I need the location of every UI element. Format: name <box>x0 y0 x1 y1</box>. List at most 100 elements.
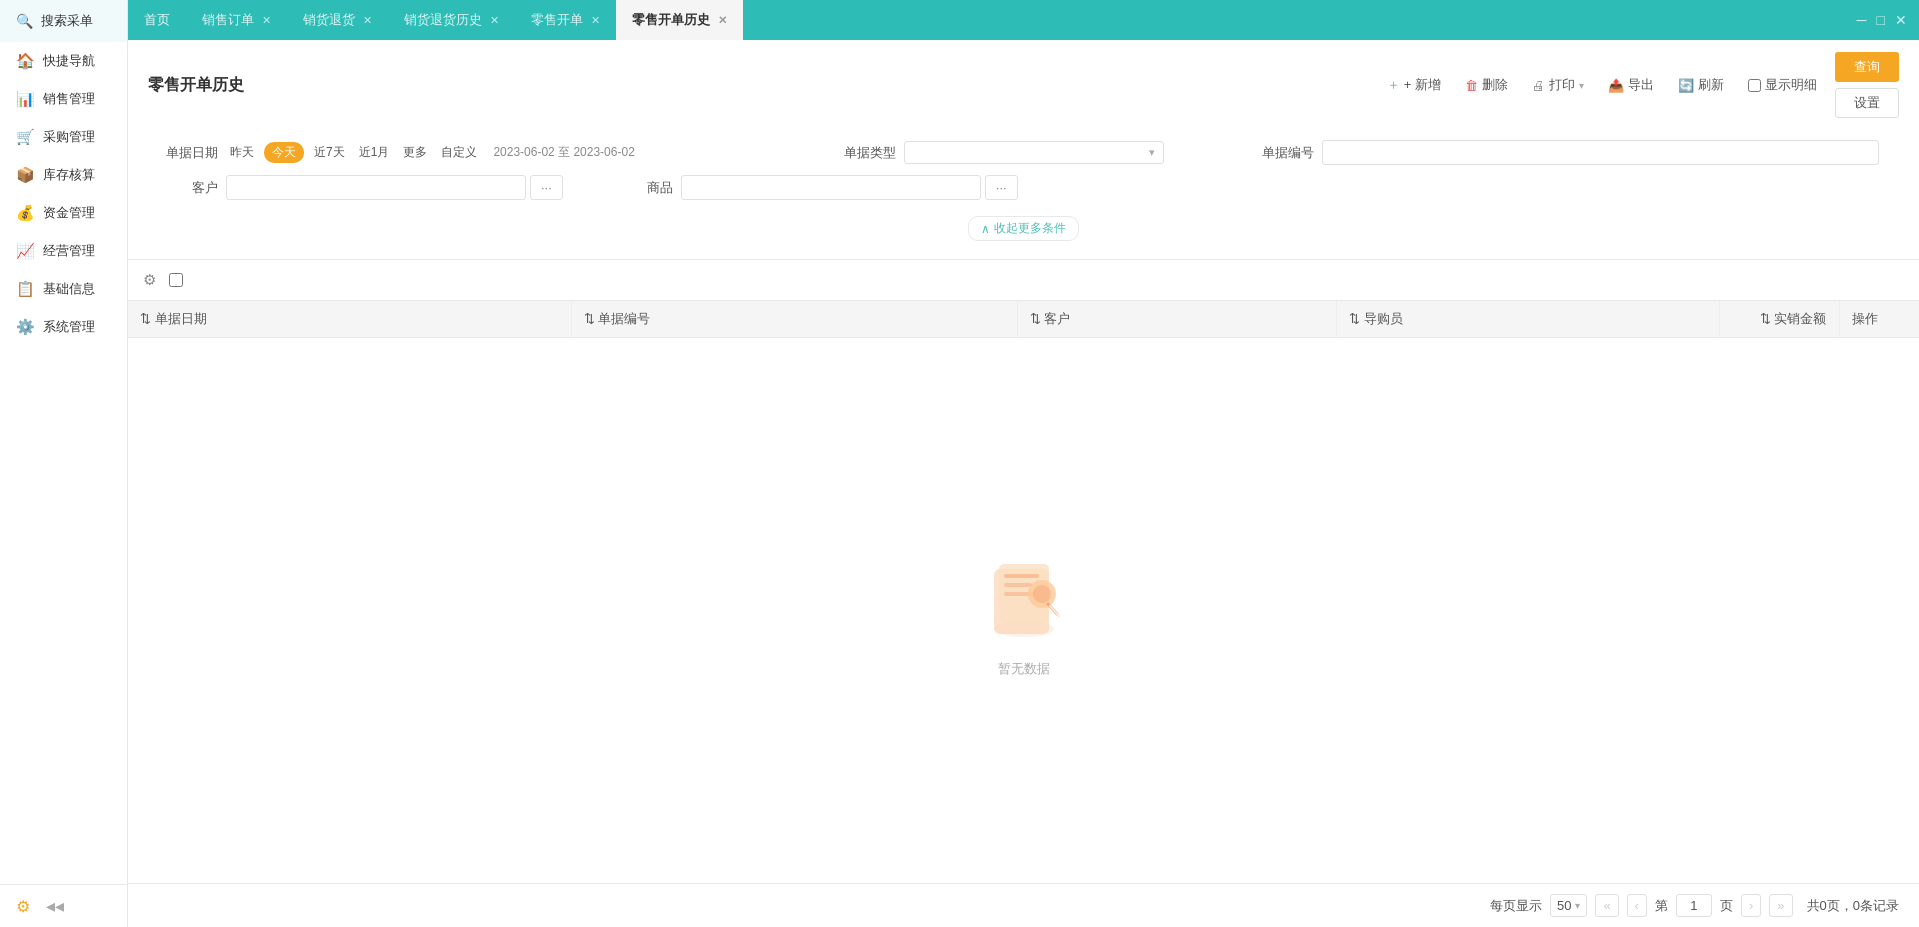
settings-button[interactable]: 设置 <box>1835 88 1899 118</box>
col-action-label: 操作 <box>1852 311 1878 326</box>
tab-retail-open-label: 零售开单 <box>531 11 583 29</box>
table-settings-icon[interactable]: ⚙ <box>140 268 159 292</box>
print-dropdown-icon: ▾ <box>1579 80 1584 91</box>
svg-rect-4 <box>1004 583 1032 587</box>
sidebar-item-label: 库存核算 <box>43 166 95 184</box>
tab-sales-return[interactable]: 销货退货 ✕ <box>287 0 388 40</box>
tab-sales-order[interactable]: 销售订单 ✕ <box>186 0 287 40</box>
next-page-btn[interactable]: › <box>1741 894 1761 917</box>
goods-browse-btn[interactable]: ··· <box>985 175 1018 200</box>
display-cols-toggle[interactable]: 显示明细 <box>1742 72 1823 98</box>
close-retail-open-icon[interactable]: ✕ <box>591 14 600 27</box>
export-button[interactable]: 📤 导出 <box>1602 72 1660 98</box>
svg-rect-3 <box>1004 574 1039 578</box>
pagination-total: 共0页，0条记录 <box>1807 897 1899 915</box>
date-shortcut-yesterday[interactable]: 昨天 <box>226 142 258 163</box>
sidebar-item-sys-mgmt[interactable]: ⚙️ 系统管理 <box>0 308 127 346</box>
date-filter-label: 单据日期 <box>148 144 218 162</box>
collapse-sidebar-icon[interactable]: ◂◂ <box>46 895 64 917</box>
settings-bottom-icon[interactable]: ⚙ <box>16 897 30 916</box>
col-customer-label: ⇅ 客户 <box>1030 311 1071 326</box>
col-customer[interactable]: ⇅ 客户 <box>1017 301 1336 338</box>
per-page-select[interactable]: 50 ▾ <box>1550 894 1587 917</box>
col-amount[interactable]: ⇅ 实销金额 <box>1719 301 1839 338</box>
sidebar-item-sales-mgmt[interactable]: 📊 销售管理 <box>0 80 127 118</box>
close-retail-history-icon[interactable]: ✕ <box>718 14 727 27</box>
export-icon: 📤 <box>1608 78 1624 93</box>
goods-input[interactable] <box>681 175 981 200</box>
first-page-btn[interactable]: « <box>1595 894 1618 917</box>
basic-info-icon: 📋 <box>16 280 35 298</box>
col-date[interactable]: ⇅ 单据日期 <box>128 301 571 338</box>
page-header: 零售开单历史 ＋ + 新增 🗑 删除 🖨 打印 ▾ <box>128 40 1919 260</box>
tab-home[interactable]: 首页 <box>128 0 186 40</box>
filter-row-1: 单据日期 昨天 今天 近7天 近1月 更多 自定义 2023-06-02 至 2… <box>148 140 1899 165</box>
pagination: 每页显示 50 ▾ « ‹ 第 1 页 › » 共0页，0条记录 <box>128 883 1919 927</box>
page-title-row: 零售开单历史 ＋ + 新增 🗑 删除 🖨 打印 ▾ <box>148 52 1899 118</box>
collapse-label: 收起更多条件 <box>994 220 1066 237</box>
customer-input[interactable] <box>226 175 526 200</box>
sidebar-item-purchase-mgmt[interactable]: 🛒 采购管理 <box>0 118 127 156</box>
date-shortcut-more[interactable]: 更多 <box>399 142 431 163</box>
sales-icon: 📊 <box>16 90 35 108</box>
filter-row-2: 客户 ··· 商品 ··· <box>148 175 1899 200</box>
finance-icon: 💰 <box>16 204 35 222</box>
col-salesperson-label: ⇅ 导购员 <box>1349 311 1403 326</box>
last-page-btn[interactable]: » <box>1769 894 1792 917</box>
date-shortcut-1month[interactable]: 近1月 <box>355 142 394 163</box>
toolbar-right-btns: 查询 设置 <box>1835 52 1899 118</box>
doc-type-dropdown-icon: ▾ <box>1149 146 1155 159</box>
col-no[interactable]: ⇅ 单据编号 <box>571 301 1017 338</box>
sys-mgmt-icon: ⚙️ <box>16 318 35 336</box>
home-icon: 🏠 <box>16 52 35 70</box>
sidebar-bottom: ⚙ ◂◂ <box>0 884 127 927</box>
window-restore-icon[interactable]: □ <box>1877 12 1885 28</box>
sidebar-item-basic-info[interactable]: 📋 基础信息 <box>0 270 127 308</box>
per-page-dropdown-icon: ▾ <box>1575 900 1580 911</box>
query-button[interactable]: 查询 <box>1835 52 1899 82</box>
date-shortcut-today[interactable]: 今天 <box>264 142 304 163</box>
purchase-icon: 🛒 <box>16 128 35 146</box>
tab-retail-history[interactable]: 零售开单历史 ✕ <box>616 0 743 40</box>
date-shortcut-custom[interactable]: 自定义 <box>437 142 481 163</box>
customer-browse-btn[interactable]: ··· <box>530 175 563 200</box>
window-close-icon[interactable]: ✕ <box>1895 12 1907 28</box>
prev-page-btn[interactable]: ‹ <box>1627 894 1647 917</box>
delete-icon: 🗑 <box>1465 78 1478 93</box>
tab-retail-open[interactable]: 零售开单 ✕ <box>515 0 616 40</box>
tab-sales-return-history[interactable]: 销货退货历史 ✕ <box>388 0 515 40</box>
collapse-row: ∧ 收起更多条件 <box>148 210 1899 247</box>
sidebar-item-operations[interactable]: 📈 经营管理 <box>0 232 127 270</box>
window-minimize-icon[interactable]: ─ <box>1857 12 1867 28</box>
close-sales-return-icon[interactable]: ✕ <box>363 14 372 27</box>
date-range-text: 2023-06-02 至 2023-06-02 <box>493 144 634 161</box>
delete-label: 删除 <box>1482 76 1508 94</box>
tab-bar-right: ─ □ ✕ <box>1857 12 1919 28</box>
per-page-label: 每页显示 <box>1490 897 1542 915</box>
doc-type-select[interactable]: ▾ <box>904 141 1164 164</box>
display-cols-checkbox[interactable] <box>1748 79 1761 92</box>
collapse-button[interactable]: ∧ 收起更多条件 <box>968 216 1079 241</box>
refresh-button[interactable]: 🔄 刷新 <box>1672 72 1730 98</box>
sidebar-item-label: 经营管理 <box>43 242 95 260</box>
sidebar-item-inventory[interactable]: 📦 库存核算 <box>0 156 127 194</box>
col-salesperson[interactable]: ⇅ 导购员 <box>1336 301 1719 338</box>
date-shortcut-7days[interactable]: 近7天 <box>310 142 349 163</box>
add-button[interactable]: ＋ + 新增 <box>1381 72 1447 98</box>
collapse-icon: ∧ <box>981 222 990 236</box>
sidebar-search[interactable]: 🔍 搜索采单 <box>0 0 127 42</box>
close-sales-return-history-icon[interactable]: ✕ <box>490 14 499 27</box>
sidebar-item-quick-nav[interactable]: 🏠 快捷导航 <box>0 42 127 80</box>
doc-no-input[interactable] <box>1322 140 1880 165</box>
close-sales-order-icon[interactable]: ✕ <box>262 14 271 27</box>
sidebar-item-finance[interactable]: 💰 资金管理 <box>0 194 127 232</box>
select-all-checkbox[interactable] <box>169 273 183 287</box>
print-button[interactable]: 🖨 打印 ▾ <box>1526 72 1590 98</box>
sidebar-item-label: 采购管理 <box>43 128 95 146</box>
current-page-input[interactable]: 1 <box>1676 894 1712 917</box>
col-amount-label: ⇅ 实销金额 <box>1760 311 1827 326</box>
empty-text: 暂无数据 <box>998 660 1050 678</box>
tab-sales-order-label: 销售订单 <box>202 11 254 29</box>
delete-button[interactable]: 🗑 删除 <box>1459 72 1514 98</box>
add-label: + 新增 <box>1404 76 1441 94</box>
